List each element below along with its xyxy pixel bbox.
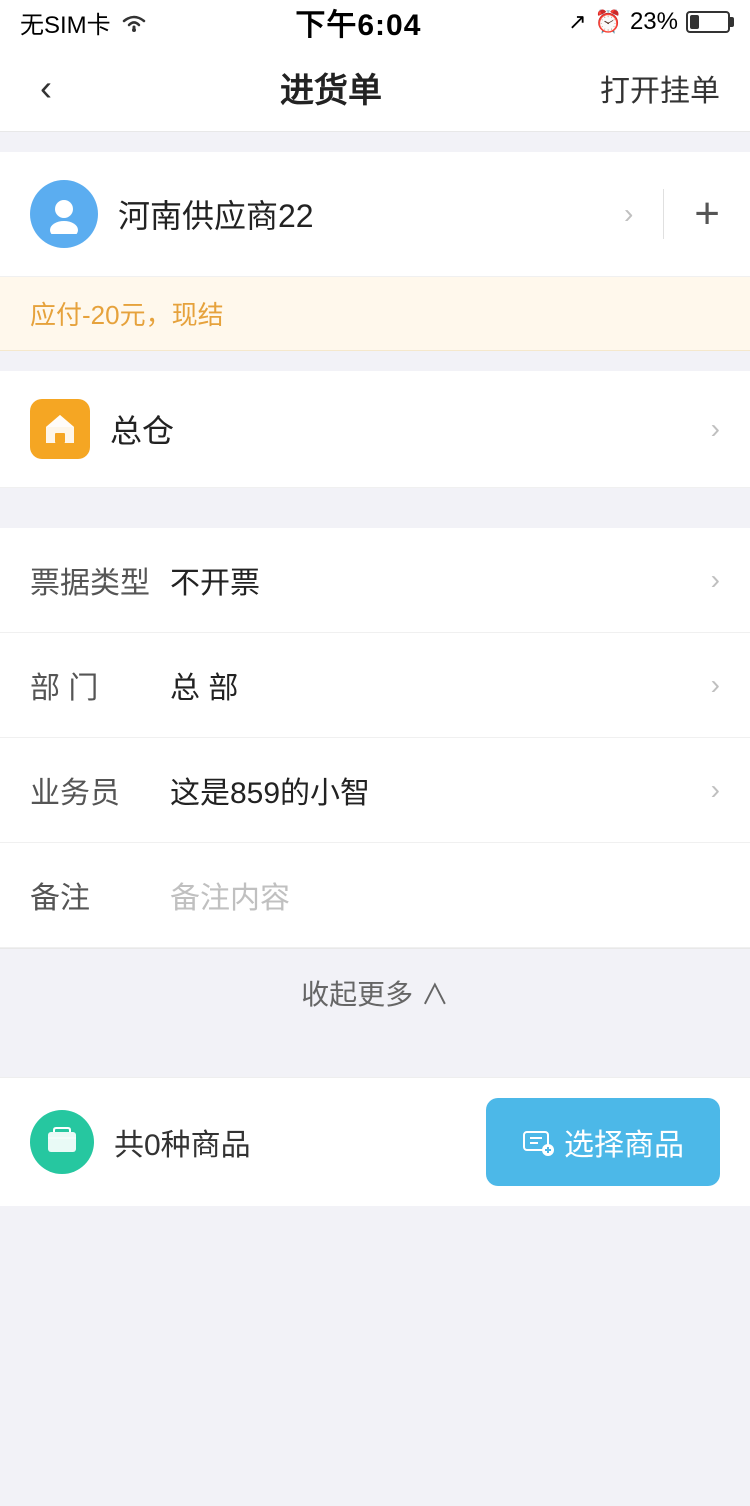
- select-product-icon: [522, 1126, 554, 1158]
- salesperson-value: 这是859的小智: [170, 768, 711, 812]
- salesperson-label: 业务员: [30, 768, 170, 812]
- warehouse-chevron-icon: ›: [711, 413, 720, 445]
- product-icon: [30, 1110, 94, 1174]
- battery-icon: [686, 11, 730, 33]
- location-icon: ↗: [568, 9, 586, 35]
- warehouse-row[interactable]: 总仓 ›: [0, 371, 750, 488]
- warehouse-name: 总仓: [110, 406, 711, 452]
- supplier-chevron-icon: ›: [624, 198, 633, 230]
- remark-row[interactable]: 备注 备注内容: [0, 843, 750, 948]
- background-fill: [0, 1206, 750, 1506]
- invoice-type-label: 票据类型: [30, 558, 170, 602]
- alarm-icon: ⏰: [595, 9, 622, 35]
- salesperson-chevron-icon: ›: [711, 774, 720, 806]
- battery-text: 23%: [630, 8, 678, 36]
- supplier-avatar: [30, 180, 98, 248]
- product-count-text: 共0种商品: [114, 1120, 486, 1164]
- supplier-row-right: › +: [624, 189, 720, 239]
- warehouse-icon: [30, 399, 90, 459]
- page-title: 进货单: [280, 63, 382, 112]
- cart-icon: [44, 1124, 80, 1160]
- supplier-row[interactable]: 河南供应商22 › +: [0, 152, 750, 277]
- bottom-bar: 共0种商品 选择商品: [0, 1077, 750, 1206]
- row-divider: [663, 189, 664, 239]
- section-gap-4: [0, 1037, 750, 1057]
- form-section: 票据类型 不开票 › 部 门 总 部 › 业务员 这是859的小智 › 备注 备…: [0, 528, 750, 948]
- invoice-type-row[interactable]: 票据类型 不开票 ›: [0, 528, 750, 633]
- status-left: 无SIM卡: [20, 5, 149, 40]
- nav-bar: ‹ 进货单 打开挂单: [0, 44, 750, 132]
- select-product-label: 选择商品: [564, 1120, 684, 1164]
- supplier-section: 河南供应商22 › + 应付-20元，现结: [0, 152, 750, 351]
- add-supplier-button[interactable]: +: [694, 192, 720, 236]
- section-gap-2: [0, 351, 750, 371]
- section-gap-3: [0, 488, 750, 508]
- invoice-type-chevron-icon: ›: [711, 564, 720, 596]
- select-product-button[interactable]: 选择商品: [486, 1098, 720, 1186]
- section-gap-1: [0, 132, 750, 152]
- notice-text: 应付-20元，现结: [30, 300, 224, 330]
- remark-value: 备注内容: [170, 873, 720, 917]
- warehouse-section: 总仓 ›: [0, 371, 750, 488]
- invoice-type-value: 不开票: [170, 558, 711, 602]
- department-chevron-icon: ›: [711, 669, 720, 701]
- wifi-icon: [119, 11, 149, 33]
- department-row[interactable]: 部 门 总 部 ›: [0, 633, 750, 738]
- status-time: 下午6:04: [295, 0, 421, 44]
- notice-bar: 应付-20元，现结: [0, 277, 750, 351]
- collapse-label: 收起更多 ∧: [301, 979, 449, 1010]
- department-label: 部 门: [30, 663, 170, 707]
- department-value: 总 部: [170, 663, 711, 707]
- house-icon: [42, 411, 78, 447]
- back-button[interactable]: ‹: [30, 60, 62, 116]
- collapse-bar[interactable]: 收起更多 ∧: [0, 948, 750, 1037]
- user-icon: [44, 194, 84, 234]
- carrier-text: 无SIM卡: [20, 5, 111, 40]
- status-bar: 无SIM卡 下午6:04 ↗ ⏰ 23%: [0, 0, 750, 44]
- supplier-name: 河南供应商22: [118, 191, 624, 237]
- remark-label: 备注: [30, 873, 170, 917]
- status-right: ↗ ⏰ 23%: [568, 8, 730, 36]
- salesperson-row[interactable]: 业务员 这是859的小智 ›: [0, 738, 750, 843]
- open-pending-button[interactable]: 打开挂单: [600, 66, 720, 110]
